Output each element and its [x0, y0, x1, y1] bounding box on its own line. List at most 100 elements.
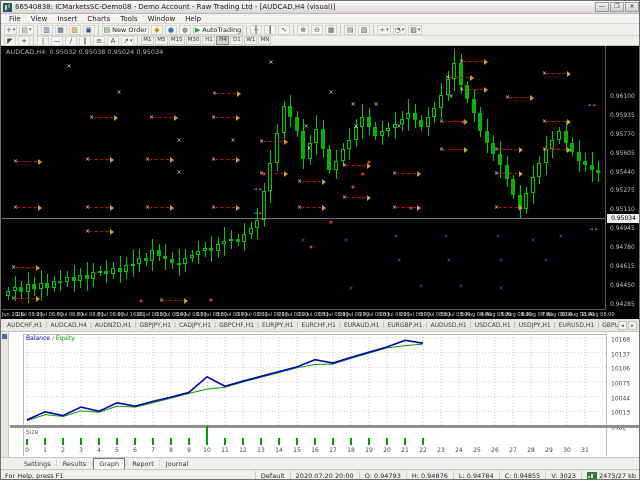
auto-arrange-button[interactable]: ▤: [344, 24, 357, 35]
chart-tab[interactable]: AUDNZD,H1: [92, 321, 135, 330]
chart-tab[interactable]: EURUSD,H1: [556, 321, 597, 330]
timeframe-m5-button[interactable]: M5: [154, 36, 168, 45]
bar-chart-button[interactable]: ╫: [250, 24, 263, 35]
graph-x-label: 28: [527, 447, 535, 454]
zoom-in-button[interactable]: ⊕: [297, 24, 310, 35]
connection-traffic: 2475/27 kb: [599, 471, 636, 480]
chart-symbol-header: AUDCAD,H4: 0.95032 0.95038 0.95024 0.950…: [6, 48, 164, 56]
crosshair-button[interactable]: +: [18, 35, 30, 46]
timeframe-h4-button[interactable]: H4: [216, 36, 230, 45]
tester-panel-handle[interactable]: [1, 332, 9, 457]
indicators-button[interactable]: + ▾: [377, 24, 391, 35]
chart-tab[interactable]: USDJPY,H1: [516, 321, 554, 330]
chart-tab[interactable]: USDCAD,H1: [472, 321, 514, 330]
tester-tab-report[interactable]: Report: [127, 459, 159, 469]
trade-connection-line: ×: [211, 156, 240, 163]
text-label-button[interactable]: A: [107, 35, 119, 46]
tester-tab-journal[interactable]: Journal: [161, 459, 193, 469]
graph-divider[interactable]: [10, 425, 639, 428]
timeframe-mn-button[interactable]: MN: [258, 36, 272, 45]
signal-cross-blue-icon: ×: [446, 257, 452, 264]
metaeditor-button[interactable]: ◆: [150, 24, 163, 35]
navigator-button[interactable]: ▧: [68, 24, 81, 35]
trade-connection-line: ×: [145, 156, 174, 163]
menu-file[interactable]: File: [4, 15, 26, 23]
menu-insert[interactable]: Insert: [52, 15, 82, 23]
menu-help[interactable]: Help: [180, 15, 206, 23]
menu-window[interactable]: Window: [143, 15, 181, 23]
tester-tab-results[interactable]: Results: [58, 459, 91, 469]
graph-x-label: 13: [257, 447, 265, 454]
menu-tools[interactable]: Tools: [115, 15, 142, 23]
chart-plot-area[interactable]: AUDCAD,H4: 0.95032 0.95038 0.95024 0.950…: [2, 46, 606, 310]
horizontal-line-button[interactable]: —: [51, 35, 63, 46]
terminal-button[interactable]: ▣: [82, 24, 95, 35]
cascade-windows-button[interactable]: ▧: [358, 24, 371, 35]
candle-body-bear: [143, 258, 148, 262]
tile-windows-button[interactable]: ▦: [325, 24, 338, 35]
timeframe-w1-button[interactable]: W1: [244, 36, 258, 45]
trade-open-marker-icon: ×: [149, 114, 155, 121]
new-chart-button[interactable]: + ▾: [4, 24, 18, 35]
equidistant-channel-button[interactable]: ∥: [79, 35, 91, 46]
new-order-label: New Order: [112, 25, 147, 34]
periods-button[interactable]: ◔ ▾: [392, 24, 407, 35]
tester-tab-settings[interactable]: Settings: [19, 459, 56, 469]
timeframe-m1-button[interactable]: M1: [140, 36, 154, 45]
market-watch-button[interactable]: ▥: [40, 24, 53, 35]
chart-tab[interactable]: GBPCHF,H1: [216, 321, 257, 330]
graph-y-label: 10137: [611, 351, 631, 359]
menu-charts[interactable]: Charts: [82, 15, 115, 23]
chart-tab[interactable]: EURJPY,H1: [259, 321, 297, 330]
menu-view[interactable]: View: [26, 15, 53, 23]
candlestick-chart-button[interactable]: ┃: [264, 24, 277, 35]
trade-close-arrow-icon: [417, 171, 421, 177]
expert-advisors-button[interactable]: ●: [164, 24, 177, 35]
tester-tab-graph[interactable]: Graph: [93, 457, 126, 470]
toolbar-separator: [340, 24, 342, 35]
cursor-button[interactable]: ◤: [4, 35, 16, 46]
zoom-out-button[interactable]: ⊖: [311, 24, 324, 35]
autotrading-button[interactable]: ▶ AutoTrading: [192, 24, 244, 35]
chart-tab[interactable]: CADJPY,H1: [176, 321, 214, 330]
chart-tab[interactable]: AUDUSD,H1: [428, 321, 470, 330]
vertical-line-button[interactable]: |: [37, 35, 49, 46]
zoom-in-icon: ⊕: [300, 25, 307, 34]
chart-tab[interactable]: EURGBP,H1: [385, 321, 426, 330]
tab-scroll-left-icon[interactable]: ◂: [618, 321, 627, 330]
chart-tab[interactable]: GBPJPY,H1: [136, 321, 174, 330]
templates-button[interactable]: ▨ ▾: [408, 24, 423, 35]
graph-x-label: 8: [169, 447, 173, 454]
chart-tab[interactable]: AUDCAD,H4: [48, 321, 90, 330]
minimize-button[interactable]: —: [595, 2, 609, 12]
trade-close-arrow-icon: [38, 205, 42, 211]
candle-body-bull: [537, 163, 542, 177]
balance-graph[interactable]: [23, 334, 607, 425]
line-chart-button[interactable]: ∿: [278, 24, 291, 35]
data-window-button[interactable]: ▦: [54, 24, 67, 35]
trendline-button[interactable]: /: [65, 35, 77, 46]
trade-open-marker-icon: ×: [259, 138, 265, 145]
timeframe-h1-button[interactable]: H1: [202, 36, 216, 45]
tab-scroll-right-icon[interactable]: ▸: [628, 321, 637, 330]
profiles-button[interactable]: ▤ ▾: [19, 24, 34, 35]
arrow-objects-button[interactable]: ↗ ▾: [121, 35, 135, 46]
timeframe-m30-button[interactable]: M30: [185, 36, 202, 45]
status-profile[interactable]: Default: [254, 470, 290, 479]
close-button[interactable]: ✕: [625, 2, 639, 12]
signal-cross-blue-icon: ×: [543, 257, 549, 264]
lot-size-bar: [314, 438, 316, 445]
chart-tab[interactable]: AUDCHF,H1: [4, 321, 46, 330]
fibonacci-button[interactable]: ≡: [93, 35, 105, 46]
signal-cross-white-icon: ×: [66, 63, 72, 70]
title-bar[interactable]: 66540838: ICMarketsSC-Demo08 - Demo Acco…: [1, 1, 639, 14]
signal-cross-blue-icon: ×: [530, 237, 536, 244]
maximize-button[interactable]: ❐: [610, 2, 624, 12]
timeframe-d1-button[interactable]: D1: [230, 36, 244, 45]
chart-tab[interactable]: EURCHF,H1: [299, 321, 339, 330]
chart-tab[interactable]: EURAUD,H1: [341, 321, 382, 330]
graph-x-label: 29: [545, 447, 553, 454]
timeframe-m15-button[interactable]: M15: [168, 36, 185, 45]
attach-expert-button[interactable]: ●: [178, 24, 191, 35]
new-order-button[interactable]: ▤ New Order: [101, 24, 149, 35]
